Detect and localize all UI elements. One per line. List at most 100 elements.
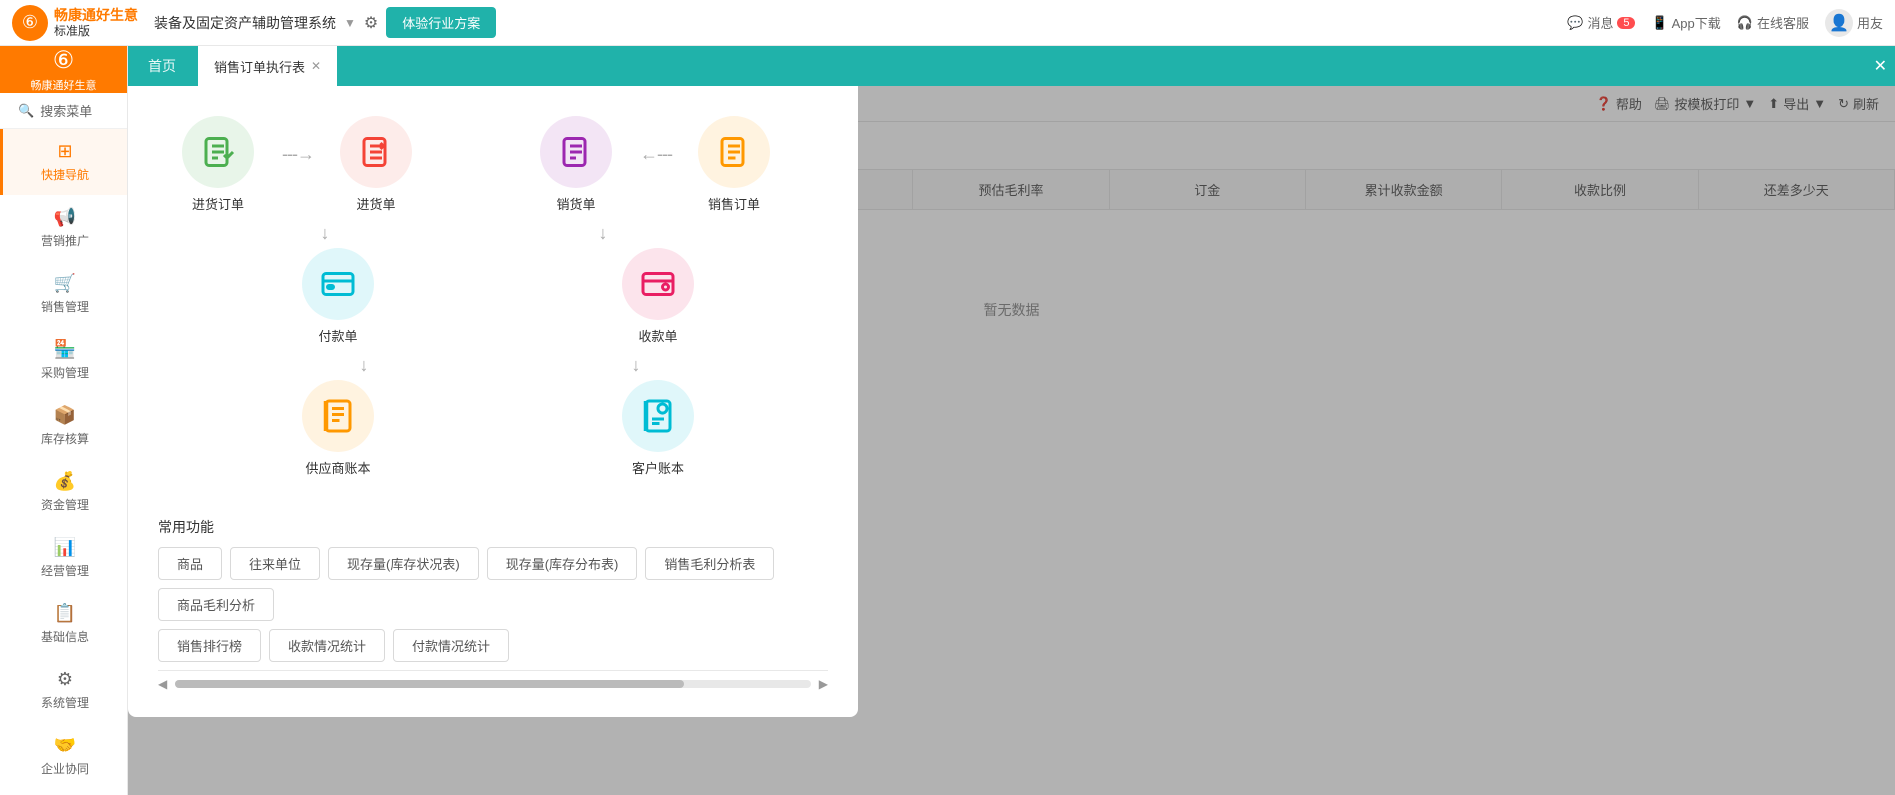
down-arrow-purchase-icon: ↓ bbox=[321, 223, 330, 244]
purchase-icon: 🏪 bbox=[54, 339, 76, 360]
flow-col-purchase-order: 进货订单 bbox=[158, 116, 278, 213]
btn-sales-rank[interactable]: 销售排行榜 bbox=[158, 629, 261, 662]
btn-product[interactable]: 商品 bbox=[158, 547, 222, 580]
sidebar-item-quick[interactable]: ⊞ 快捷导航 bbox=[0, 129, 127, 195]
gear-icon[interactable]: ⚙ bbox=[364, 13, 378, 33]
flow-col-purchase-bill: 进货单 bbox=[316, 116, 436, 213]
flow-node-receipt[interactable]: 收款单 bbox=[598, 248, 718, 345]
flow-col-sales-order: 销售订单 bbox=[674, 116, 794, 213]
down-arrow-sales: ↓ bbox=[538, 223, 658, 244]
logo-char: ⑥ bbox=[22, 12, 38, 33]
supplier-book-label: 供应商账本 bbox=[305, 458, 370, 477]
sidebar-search[interactable]: 🔍 搜索菜单 bbox=[0, 93, 127, 129]
message-button[interactable]: 💬 消息 5 bbox=[1567, 13, 1635, 32]
flow-row-3: 供应商账本 客户账本 bbox=[158, 380, 828, 477]
sidebar-item-inventory[interactable]: 📦 库存核算 bbox=[0, 393, 127, 459]
tab-bar-close-icon[interactable]: ✕ bbox=[1874, 56, 1887, 76]
flow-node-purchase-bill[interactable]: 进货单 bbox=[316, 116, 436, 213]
flow-node-sales-order[interactable]: 销售订单 bbox=[674, 116, 794, 213]
sidebar-item-purchase[interactable]: 🏪 采购管理 bbox=[0, 327, 127, 393]
scroll-thumb bbox=[175, 680, 683, 688]
message-label: 消息 bbox=[1587, 13, 1613, 32]
sidebar-item-funds[interactable]: 💰 资金管理 bbox=[0, 459, 127, 525]
sales-bill-label: 销货单 bbox=[556, 194, 595, 213]
scroll-right-arrow[interactable]: ▶ bbox=[819, 677, 828, 691]
app-download-button[interactable]: 📱 App下载 bbox=[1651, 13, 1720, 32]
logo-sub: 标准版 bbox=[54, 24, 138, 40]
flow-node-purchase-order[interactable]: 进货订单 bbox=[158, 116, 278, 213]
customer-book-icon bbox=[622, 380, 694, 452]
sidebar-logo-text: 畅康通好生意 bbox=[31, 77, 97, 93]
sales-bill-icon bbox=[540, 116, 612, 188]
flow-node-customer-book[interactable]: 客户账本 bbox=[598, 380, 718, 477]
sidebar-item-basic[interactable]: 📋 基础信息 bbox=[0, 591, 127, 657]
down-arrow-payment: ↓ bbox=[328, 355, 400, 376]
search-icon: 🔍 bbox=[18, 103, 34, 119]
sidebar-item-marketing[interactable]: 📢 营销推广 bbox=[0, 195, 127, 261]
flow-row-2: 付款单 收款单 bbox=[158, 248, 828, 345]
right-content: 首页 销售订单执行表 ✕ ✕ ❓ 帮助 🖨 按 bbox=[128, 46, 1895, 795]
btn-stock-status[interactable]: 现存量(库存状况表) bbox=[328, 547, 479, 580]
tab-sales-order-label: 销售订单执行表 bbox=[214, 57, 305, 76]
btn-contacts[interactable]: 往来单位 bbox=[230, 547, 320, 580]
flow-section: 进货订单 - - - → 进货单 bbox=[158, 106, 828, 507]
app-download-label: App下载 bbox=[1672, 13, 1721, 32]
scroll-bar-area: ◀ ▶ bbox=[158, 670, 828, 697]
tab-home[interactable]: 首页 bbox=[128, 46, 196, 86]
logo-icon: ⑥ bbox=[12, 5, 48, 41]
down-arrow-sales-icon: ↓ bbox=[599, 223, 608, 244]
basic-icon: 📋 bbox=[54, 603, 76, 624]
logo-text: 畅康通好生意 标准版 bbox=[54, 6, 138, 40]
flow-down-row: ↓ ↓ bbox=[158, 223, 828, 244]
enterprise-icon: 🤝 bbox=[54, 735, 76, 756]
btn-product-margin[interactable]: 商品毛利分析 bbox=[158, 588, 274, 621]
content-body: ❓ 帮助 🖨 按模板打印 ▼ ⬆ 导出 ▼ ↻ 刷 bbox=[128, 86, 1895, 795]
sales-icon: 🛒 bbox=[54, 273, 76, 294]
system-icon: ⚙ bbox=[57, 669, 73, 690]
system-dropdown-icon[interactable]: ▼ bbox=[344, 16, 356, 30]
sidebar-logo-icon: ⑥ bbox=[53, 46, 75, 75]
flow-node-supplier-book[interactable]: 供应商账本 bbox=[278, 380, 398, 477]
sidebar-label-enterprise: 企业协同 bbox=[41, 760, 89, 777]
tab-close-icon[interactable]: ✕ bbox=[311, 59, 321, 73]
btn-payment-stats[interactable]: 付款情况统计 bbox=[393, 629, 509, 662]
sidebar-label-sales: 销售管理 bbox=[41, 298, 89, 315]
user-area[interactable]: 👤 用友 bbox=[1825, 9, 1883, 37]
sidebar-label-quick: 快捷导航 bbox=[41, 166, 89, 183]
sidebar-item-sales[interactable]: 🛒 销售管理 bbox=[0, 261, 127, 327]
sidebar-item-enterprise[interactable]: 🤝 企业协同 bbox=[0, 723, 127, 789]
arrow-sales-order-to-bill: ← - - - bbox=[636, 144, 674, 165]
modal: 进货订单 - - - → 进货单 bbox=[128, 86, 858, 717]
home-label: 首页 bbox=[148, 56, 176, 76]
online-service-button[interactable]: 🎧 在线客服 bbox=[1737, 13, 1809, 32]
sidebar-item-operation[interactable]: 📊 经营管理 bbox=[0, 525, 127, 591]
avatar: 👤 bbox=[1825, 9, 1853, 37]
flow-node-sales-bill[interactable]: 销货单 bbox=[516, 116, 636, 213]
modal-overlay[interactable]: 进货订单 - - - → 进货单 bbox=[128, 86, 1895, 795]
flow-node-payment[interactable]: 付款单 bbox=[278, 248, 398, 345]
scroll-left-arrow[interactable]: ◀ bbox=[158, 677, 167, 691]
system-name-text: 装备及固定资产辅助管理系统 bbox=[154, 13, 336, 33]
top-bar-right: 💬 消息 5 📱 App下载 🎧 在线客服 👤 用友 bbox=[1567, 9, 1883, 37]
scroll-track[interactable] bbox=[175, 680, 811, 688]
down-arrow-payment-icon: ↓ bbox=[360, 355, 369, 375]
payment-label: 付款单 bbox=[318, 326, 357, 345]
spacer6 bbox=[400, 355, 600, 376]
arrow-purchase-order-to-bill: - - - → bbox=[278, 144, 316, 165]
logo-main: 畅康通好生意 bbox=[54, 6, 138, 24]
sidebar-item-guide[interactable]: 📖 新手引导 bbox=[0, 789, 127, 795]
message-icon: 💬 bbox=[1567, 15, 1583, 31]
btn-stock-dist[interactable]: 现存量(库存分布表) bbox=[487, 547, 638, 580]
tab-bar: 首页 销售订单执行表 ✕ ✕ bbox=[128, 46, 1895, 86]
down-arrow-receipt: ↓ bbox=[600, 355, 672, 376]
experience-button[interactable]: 体验行业方案 bbox=[386, 7, 496, 38]
btn-sales-margin[interactable]: 销售毛利分析表 bbox=[645, 547, 774, 580]
purchase-order-label: 进货订单 bbox=[192, 194, 244, 213]
quick-icon: ⊞ bbox=[57, 141, 72, 162]
receipt-icon bbox=[622, 248, 694, 320]
tab-sales-order[interactable]: 销售订单执行表 ✕ bbox=[198, 46, 337, 86]
sidebar-item-system[interactable]: ⚙ 系统管理 bbox=[0, 657, 127, 723]
btn-receipt-stats[interactable]: 收款情况统计 bbox=[269, 629, 385, 662]
sidebar-label-purchase: 采购管理 bbox=[41, 364, 89, 381]
operation-icon: 📊 bbox=[54, 537, 76, 558]
